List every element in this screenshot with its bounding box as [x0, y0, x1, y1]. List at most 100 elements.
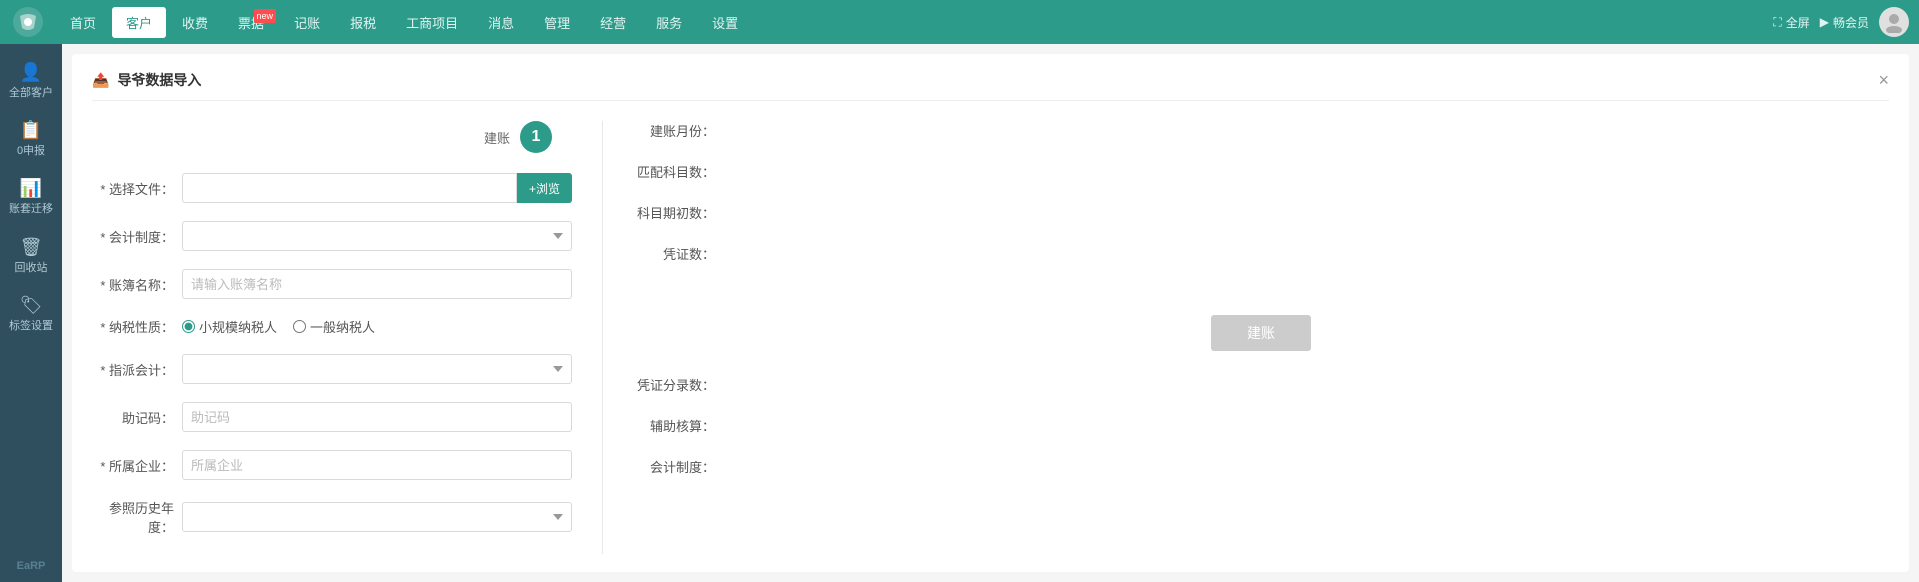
accounting-system-label: * 会计制度：: [92, 227, 182, 246]
sidebar-icon: 👤: [20, 62, 42, 83]
select-file-label: * 选择文件：: [92, 179, 182, 198]
nav-item-经营[interactable]: 经营: [586, 7, 640, 38]
tax-small-scale-radio[interactable]: [182, 320, 195, 333]
nav-item-消息[interactable]: 消息: [474, 7, 528, 38]
close-button[interactable]: ×: [1878, 71, 1889, 89]
nav-item-收费[interactable]: 收费: [168, 7, 222, 38]
nav-items: 首页客户收费票据new记账报税工商项目消息管理经营服务设置: [56, 7, 1773, 38]
initial-subjects-label: 科目期初数：: [633, 203, 723, 222]
avatar[interactable]: [1879, 7, 1909, 37]
right-accounting-system-label: 会计制度：: [633, 457, 723, 476]
page-title-row: 📤 导爷数据导入: [92, 70, 201, 90]
sidebar-item-标签设置[interactable]: 🏷 标签设置: [0, 287, 62, 341]
history-year-select[interactable]: [182, 502, 572, 532]
nav-item-票据[interactable]: 票据new: [224, 7, 278, 38]
build-account-button[interactable]: 建账: [1211, 315, 1311, 351]
fullscreen-label: 全屏: [1786, 14, 1810, 31]
logo: [10, 4, 46, 40]
tax-general-radio[interactable]: [293, 320, 306, 333]
form-right: 建账月份： 匹配科目数： 科目期初数： 凭证数：: [633, 121, 1889, 554]
vip-label: 畅会员: [1833, 14, 1869, 31]
sidebar-item-回收站[interactable]: 🗑 回收站: [0, 229, 62, 283]
accounting-system-select-wrapper: [182, 221, 572, 251]
step-container: 建账 1: [92, 121, 572, 153]
sidebar-item-账套迁移[interactable]: 📊 账套迁移: [0, 170, 62, 224]
top-navigation: 首页客户收费票据new记账报税工商项目消息管理经营服务设置 ⛶ 全屏 ▶ 畅会员: [0, 0, 1919, 44]
right-row-build-month: 建账月份：: [633, 121, 1889, 140]
tax-general-label: 一般纳税人: [310, 317, 375, 336]
tax-small-scale[interactable]: 小规模纳税人: [182, 317, 277, 336]
step-label: 建账: [484, 128, 510, 147]
browse-button[interactable]: +浏览: [517, 173, 572, 203]
form-row-ledger: * 账簿名称：: [92, 269, 572, 299]
history-year-select-wrapper: [182, 502, 572, 532]
form-layout: 建账 1 * 选择文件： +浏览 * 会计制度：: [92, 121, 1889, 554]
nav-item-记账[interactable]: 记账: [280, 7, 334, 38]
page-title: 导爷数据导入: [117, 70, 201, 90]
fullscreen-icon: ⛶: [1773, 15, 1781, 30]
step-circle: 1: [520, 121, 552, 153]
right-row-accounting-system: 会计制度：: [633, 457, 1889, 476]
sidebar-item-0申报[interactable]: 📋 0申报: [0, 112, 62, 166]
ledger-name-label: * 账簿名称：: [92, 275, 182, 294]
sidebar-item-label: 标签设置: [9, 320, 53, 333]
vip-button[interactable]: ▶ 畅会员: [1820, 14, 1869, 31]
form-divider: [602, 121, 603, 554]
page-header: 📤 导爷数据导入 ×: [92, 70, 1889, 101]
tax-radio-group: 小规模纳税人 一般纳税人: [182, 317, 375, 336]
form-row-tax: * 纳税性质： 小规模纳税人 一般纳税人: [92, 317, 572, 336]
company-input[interactable]: [182, 450, 572, 480]
auxiliary-label: 辅助核算：: [633, 416, 723, 435]
sidebar: 👤全部客户 📋 0申报 📊 账套迁移 🗑 回收站 🏷 标签设置 EaRP: [0, 44, 62, 582]
right-row-voucher-entries: 凭证分录数：: [633, 375, 1889, 394]
tax-general[interactable]: 一般纳税人: [293, 317, 375, 336]
tax-small-scale-label: 小规模纳税人: [199, 317, 277, 336]
right-row-vouchers: 凭证数：: [633, 244, 1889, 263]
nav-right: ⛶ 全屏 ▶ 畅会员: [1773, 7, 1909, 37]
memo-code-input[interactable]: [182, 402, 572, 432]
memo-code-label: 助记码：: [92, 408, 182, 427]
company-label: * 所属企业：: [92, 456, 182, 475]
fullscreen-button[interactable]: ⛶ 全屏: [1773, 14, 1809, 31]
vip-icon: ▶: [1820, 15, 1829, 29]
history-year-label: 参照历史年度：: [92, 498, 182, 536]
nav-item-服务[interactable]: 服务: [642, 7, 696, 38]
sidebar-icon: 🗑: [20, 237, 43, 258]
nav-item-首页[interactable]: 首页: [56, 7, 110, 38]
nav-item-报税[interactable]: 报税: [336, 7, 390, 38]
sidebar-item-label: 回收站: [15, 262, 48, 275]
accountant-select-wrapper: [182, 354, 572, 384]
nav-item-管理[interactable]: 管理: [530, 7, 584, 38]
form-row-history: 参照历史年度：: [92, 498, 572, 536]
accountant-label: * 指派会计：: [92, 360, 182, 379]
nav-item-设置[interactable]: 设置: [698, 7, 752, 38]
nav-item-工商项目[interactable]: 工商项目: [392, 7, 472, 38]
sidebar-icon: 📋: [20, 120, 42, 141]
form-row-memo: 助记码：: [92, 402, 572, 432]
sidebar-icon: 🏷: [20, 295, 43, 316]
sidebar-item-全部客户[interactable]: 👤全部客户: [0, 54, 62, 108]
form-row-company: * 所属企业：: [92, 450, 572, 480]
accounting-system-select[interactable]: [182, 221, 572, 251]
accountant-select[interactable]: [182, 354, 572, 384]
ledger-name-input[interactable]: [182, 269, 572, 299]
file-input[interactable]: [182, 173, 517, 203]
form-left: 建账 1 * 选择文件： +浏览 * 会计制度：: [92, 121, 572, 554]
layout: 👤全部客户 📋 0申报 📊 账套迁移 🗑 回收站 🏷 标签设置 EaRP 📤 导爷数据导入 × 建…: [0, 44, 1919, 582]
sidebar-brand: EaRP: [13, 550, 50, 582]
tax-type-label: * 纳税性质：: [92, 317, 182, 336]
sidebar-item-label: 账套迁移: [9, 203, 53, 216]
sidebar-icon: 📊: [20, 178, 42, 199]
page-area: 📤 导爷数据导入 × 建账 1 * 选择文件：: [72, 54, 1909, 572]
sidebar-item-label: 0申报: [17, 145, 45, 158]
vouchers-label: 凭证数：: [633, 244, 723, 263]
right-row-match-subjects: 匹配科目数：: [633, 162, 1889, 181]
nav-item-客户[interactable]: 客户: [112, 7, 166, 38]
build-month-label: 建账月份：: [633, 121, 723, 140]
form-row-accountant: * 指派会计：: [92, 354, 572, 384]
form-row-accounting: * 会计制度：: [92, 221, 572, 251]
form-row-file: * 选择文件： +浏览: [92, 173, 572, 203]
main-content: 📤 导爷数据导入 × 建账 1 * 选择文件：: [62, 44, 1919, 582]
voucher-entries-label: 凭证分录数：: [633, 375, 723, 394]
import-icon: 📤: [92, 72, 109, 89]
